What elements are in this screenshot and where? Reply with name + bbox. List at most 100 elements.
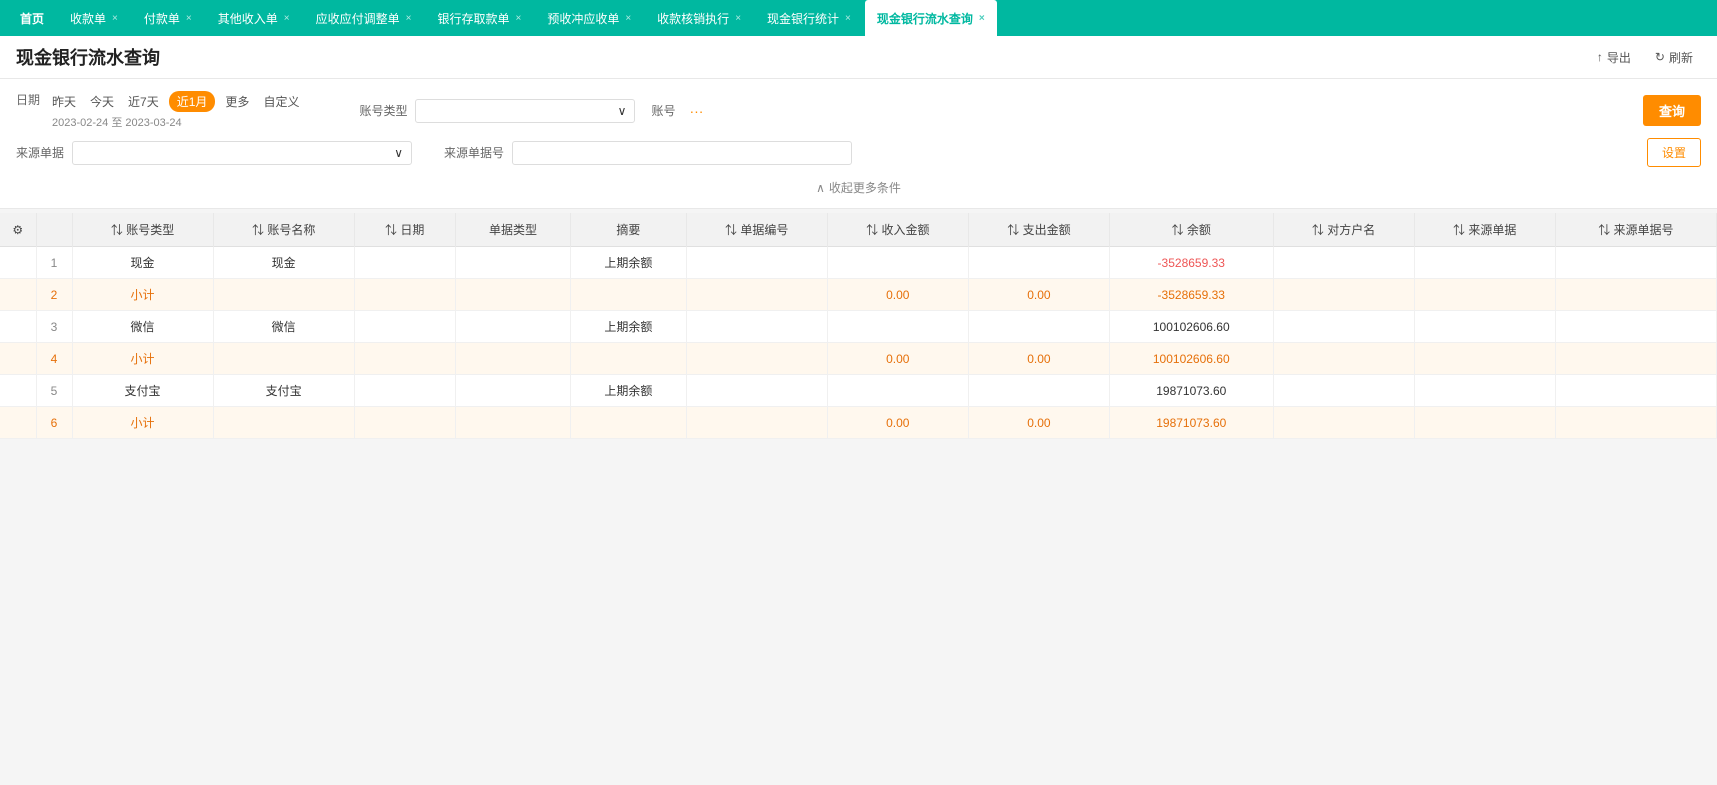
th-num xyxy=(36,213,72,247)
date-btn-今天[interactable]: 今天 xyxy=(86,91,118,112)
th-counterpart[interactable]: ⇅ 对方户名 xyxy=(1273,213,1414,247)
td-num: 2 xyxy=(36,279,72,311)
td-counterpart xyxy=(1273,311,1414,343)
td-balance: -3528659.33 xyxy=(1110,247,1274,279)
td-counterpart xyxy=(1273,407,1414,439)
td-income: 0.00 xyxy=(827,279,968,311)
source-doc-no-group: 来源单据号 xyxy=(444,141,852,165)
nav-item-bank-deposit[interactable]: 银行存取款单× xyxy=(425,0,533,36)
table-body: 1现金现金上期余额-3528659.332小计0.000.00-3528659.… xyxy=(0,247,1717,439)
nav-close-bank-deposit[interactable]: × xyxy=(515,13,521,24)
td-date xyxy=(354,343,455,375)
nav-item-home[interactable]: 首页 xyxy=(8,0,56,36)
nav-item-receipt[interactable]: 收款单× xyxy=(58,0,130,36)
query-button[interactable]: 查询 xyxy=(1643,95,1701,126)
th-source-doc[interactable]: ⇅ 来源单据 xyxy=(1414,213,1555,247)
th-gear[interactable]: ⚙ xyxy=(0,213,36,247)
td-doc-type xyxy=(455,407,570,439)
nav-item-ar-ap-adjust[interactable]: 应收应付调整单× xyxy=(304,0,424,36)
td-doc-type xyxy=(455,279,570,311)
td-doc-type xyxy=(455,247,570,279)
th-account-name[interactable]: ⇅ 账号名称 xyxy=(213,213,354,247)
th-account-type[interactable]: ⇅ 账号类型 xyxy=(72,213,213,247)
date-filter-group: 日期 昨天今天近7天近1月更多自定义 2023-02-24 至 2023-03-… xyxy=(16,91,303,130)
td-account-name xyxy=(213,279,354,311)
nav-item-prepaid-charge[interactable]: 预收冲应收单× xyxy=(535,0,643,36)
settings-group: 设置 xyxy=(1647,138,1701,167)
nav-item-payment[interactable]: 付款单× xyxy=(132,0,204,36)
header-row: ⚙ ⇅ 账号类型 ⇅ 账号名称 ⇅ 日期 单据类型 摘要 ⇅ 单据编号 ⇅ 收入… xyxy=(0,213,1717,247)
nav-close-receipt[interactable]: × xyxy=(112,13,118,24)
td-summary: 上期余额 xyxy=(571,375,686,407)
td-num: 4 xyxy=(36,343,72,375)
nav-item-cash-bank-stat[interactable]: 现金银行统计× xyxy=(755,0,863,36)
th-income[interactable]: ⇅ 收入金额 xyxy=(827,213,968,247)
date-range: 2023-02-24 至 2023-03-24 xyxy=(52,114,303,130)
th-source-doc-sort: ⇅ xyxy=(1453,223,1465,237)
collapse-button[interactable]: ∧ 收起更多条件 xyxy=(16,175,1701,200)
th-account-type-sort: ⇅ xyxy=(111,223,123,237)
td-account-type: 微信 xyxy=(72,311,213,343)
td-income xyxy=(827,311,968,343)
th-doc-type: 单据类型 xyxy=(455,213,570,247)
th-balance[interactable]: ⇅ 余额 xyxy=(1110,213,1274,247)
nav-close-receipt-verify[interactable]: × xyxy=(735,13,741,24)
header-actions: ↑ 导出 ↻ 刷新 xyxy=(1589,45,1701,70)
table-row: 6小计0.000.0019871073.60 xyxy=(0,407,1717,439)
source-doc-select[interactable]: ∨ xyxy=(72,141,412,165)
nav-item-receipt-verify[interactable]: 收款核销执行× xyxy=(645,0,753,36)
th-expense[interactable]: ⇅ 支出金额 xyxy=(968,213,1109,247)
td-expense: 0.00 xyxy=(968,279,1109,311)
top-nav: 首页收款单×付款单×其他收入单×应收应付调整单×银行存取款单×预收冲应收单×收款… xyxy=(0,0,1717,36)
td-account-name: 现金 xyxy=(213,247,354,279)
export-button[interactable]: ↑ 导出 xyxy=(1589,45,1639,70)
td-expense xyxy=(968,247,1109,279)
nav-close-prepaid-charge[interactable]: × xyxy=(625,13,631,24)
filter-area: 日期 昨天今天近7天近1月更多自定义 2023-02-24 至 2023-03-… xyxy=(0,79,1717,209)
th-counterpart-sort: ⇅ xyxy=(1312,223,1324,237)
source-doc-chevron: ∨ xyxy=(394,146,403,160)
td-income xyxy=(827,375,968,407)
refresh-button[interactable]: ↻ 刷新 xyxy=(1647,45,1701,70)
settings-button[interactable]: 设置 xyxy=(1647,138,1701,167)
nav-close-ar-ap-adjust[interactable]: × xyxy=(406,13,412,24)
th-date[interactable]: ⇅ 日期 xyxy=(354,213,455,247)
th-doc-no[interactable]: ⇅ 单据编号 xyxy=(686,213,827,247)
nav-close-cash-bank-flow[interactable]: × xyxy=(979,13,985,24)
nav-item-cash-bank-flow[interactable]: 现金银行流水查询× xyxy=(865,0,997,36)
td-gear xyxy=(0,407,36,439)
td-source-doc xyxy=(1414,247,1555,279)
td-expense xyxy=(968,375,1109,407)
td-balance: -3528659.33 xyxy=(1110,279,1274,311)
th-date-sort: ⇅ xyxy=(385,223,397,237)
td-source-doc xyxy=(1414,279,1555,311)
th-source-doc-no-sort: ⇅ xyxy=(1598,223,1610,237)
td-account-type: 现金 xyxy=(72,247,213,279)
td-doc-no xyxy=(686,407,827,439)
td-summary: 上期余额 xyxy=(571,247,686,279)
source-doc-label: 来源单据 xyxy=(16,144,64,161)
td-counterpart xyxy=(1273,247,1414,279)
nav-close-cash-bank-stat[interactable]: × xyxy=(845,13,851,24)
account-type-select[interactable]: ∨ xyxy=(415,99,635,123)
td-source-doc-no xyxy=(1555,311,1716,343)
account-dots-button[interactable]: ··· xyxy=(683,101,709,121)
td-expense: 0.00 xyxy=(968,407,1109,439)
td-gear xyxy=(0,247,36,279)
nav-close-payment[interactable]: × xyxy=(186,13,192,24)
nav-item-other-income[interactable]: 其他收入单× xyxy=(206,0,302,36)
td-balance: 19871073.60 xyxy=(1110,375,1274,407)
source-doc-no-input[interactable] xyxy=(512,141,852,165)
nav-close-other-income[interactable]: × xyxy=(284,13,290,24)
date-btn-近7天[interactable]: 近7天 xyxy=(124,91,163,112)
date-btn-自定义[interactable]: 自定义 xyxy=(259,91,303,112)
source-doc-no-label: 来源单据号 xyxy=(444,144,504,161)
td-gear xyxy=(0,343,36,375)
date-btn-更多[interactable]: 更多 xyxy=(221,91,253,112)
td-income: 0.00 xyxy=(827,407,968,439)
td-source-doc xyxy=(1414,375,1555,407)
date-btn-昨天[interactable]: 昨天 xyxy=(48,91,80,112)
date-btn-近1月[interactable]: 近1月 xyxy=(169,91,216,112)
table-row: 5支付宝支付宝上期余额19871073.60 xyxy=(0,375,1717,407)
th-source-doc-no[interactable]: ⇅ 来源单据号 xyxy=(1555,213,1716,247)
